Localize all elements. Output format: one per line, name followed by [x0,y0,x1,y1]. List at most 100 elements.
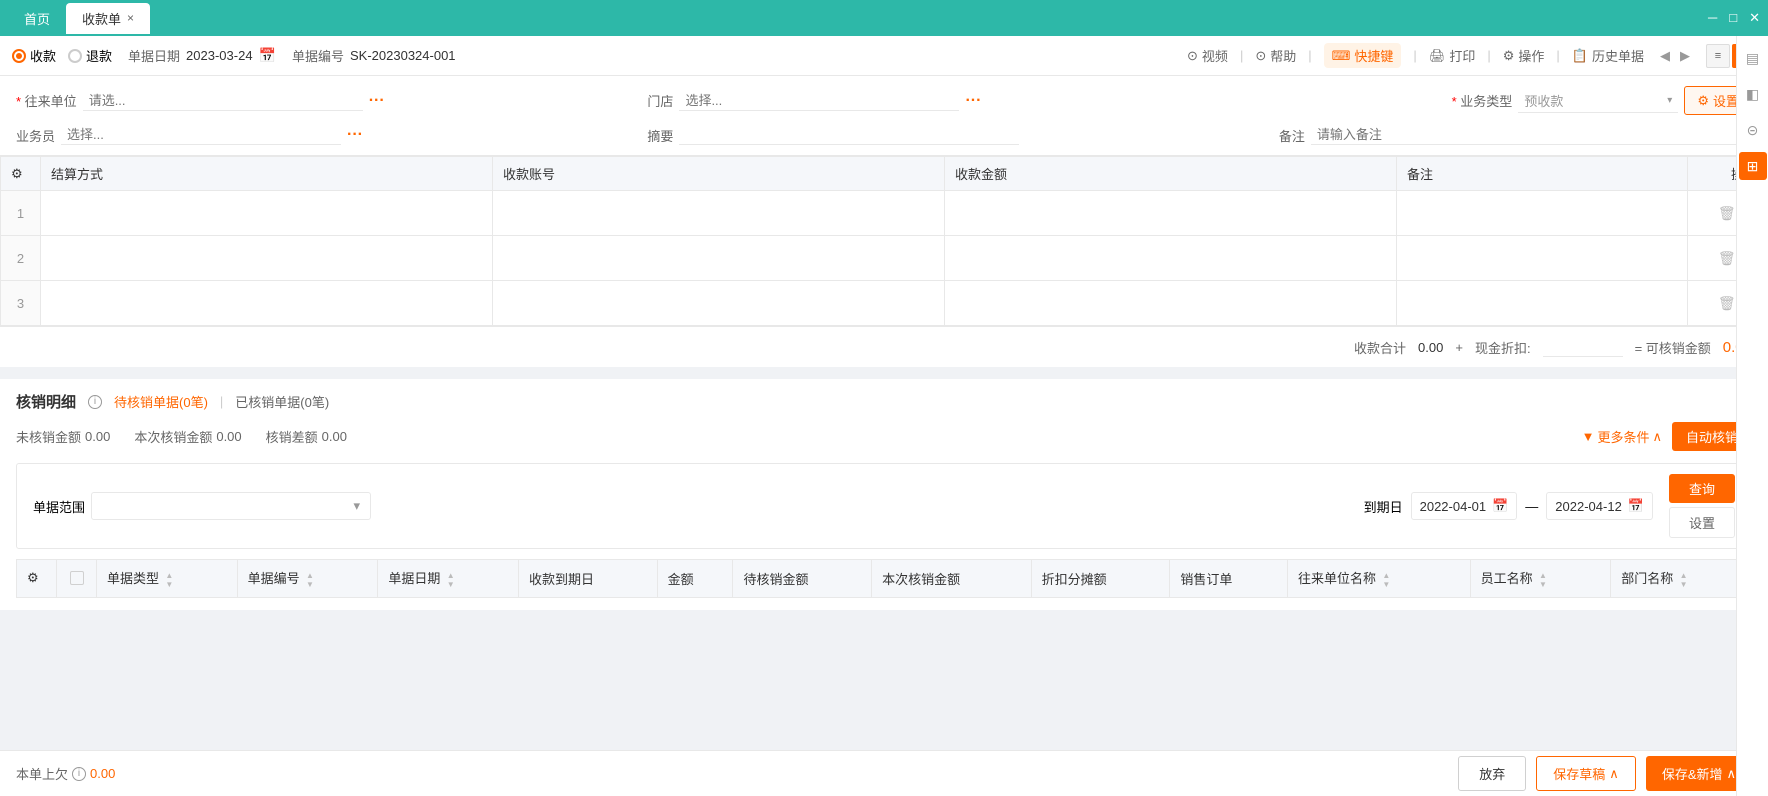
remark-cell-2[interactable] [1396,236,1687,281]
discount-input[interactable] [1543,337,1623,357]
tab-home[interactable]: 首页 [8,3,66,34]
radio-refund[interactable]: 退款 [68,46,112,65]
form-row-2: 业务员 ··· 摘要 备注 [16,125,1752,145]
sidebar-attach-icon[interactable]: ⊝ [1739,116,1767,144]
range-select[interactable]: ▾ [91,492,371,520]
list-view-btn[interactable]: ≡ [1706,44,1730,68]
settlement-cell-2[interactable] [41,236,493,281]
bottom-actions: 放弃 保存草稿 ∧ 保存&新增 ∧ [1458,756,1752,791]
diff-value: 0.00 [322,429,347,444]
bottom-info-icon[interactable]: i [72,767,86,781]
shortcut-btn[interactable]: ⌨ 快捷键 [1324,43,1402,68]
print-btn[interactable]: 🖨 打印 [1429,46,1476,65]
save-draft-label: 保存草稿 [1553,764,1605,783]
history-icon: 📋 [1572,48,1588,64]
help-btn[interactable]: ⊙ 帮助 [1255,46,1296,65]
date-to-input[interactable]: 2022-04-12 📅 [1546,492,1653,520]
next-arrow[interactable]: ▶ [1676,46,1694,66]
sidebar-expand-icon[interactable]: ⊞ [1739,152,1767,180]
restore-icon[interactable]: □ [1729,10,1737,26]
store-ellipsis[interactable]: ··· [965,92,981,110]
lower-col-amount: 金额 [657,560,733,598]
current-value: 0.00 [216,429,241,444]
delete-icon-3[interactable]: 🗑 [1718,295,1736,311]
business-type-select[interactable]: 预收款 ▾ [1518,89,1678,113]
staff-ellipsis[interactable]: ··· [347,126,363,144]
lower-col-discount: 折扣分摊额 [1031,560,1170,598]
prev-arrow[interactable]: ◀ [1656,46,1674,66]
tab-close-icon[interactable]: × [127,11,134,25]
col-gear[interactable]: ⚙ [1,157,41,191]
lower-col-gear[interactable]: ⚙ [17,560,57,598]
bottom-bar: 本单上欠 i 0.00 放弃 保存草稿 ∧ 保存&新增 ∧ [0,750,1768,796]
account-cell-1[interactable] [492,191,944,236]
reconcile-info-icon[interactable]: i [88,395,102,409]
reconcile-title: 核销明细 [16,391,76,412]
store-input[interactable] [679,91,959,111]
close-icon[interactable]: ✕ [1749,10,1760,26]
account-cell-2[interactable] [492,236,944,281]
help-icon: ⊙ [1255,48,1266,64]
minimize-icon[interactable]: ─ [1708,10,1717,26]
store-label: 门店 [647,91,673,110]
staff-label: 业务员 [16,126,55,145]
settlement-cell-3[interactable] [41,281,493,326]
sort-counterpart-icon: ▲▼ [1382,571,1390,589]
lower-col-sales-order-label: 销售订单 [1180,572,1232,587]
print-label: 打印 [1449,46,1475,65]
print-icon: 🖨 [1429,48,1446,64]
plus-sign: + [1455,340,1463,355]
settlement-cell-1[interactable] [41,191,493,236]
more-conditions-btn[interactable]: ▼ 更多条件 ∧ [1582,427,1662,446]
remark-input[interactable] [1311,125,1752,145]
filter-row: 单据范围 ▾ 到期日 2022-04-01 📅 — 2022-04-12 📅 查… [16,463,1752,549]
video-btn[interactable]: ⊙ 视频 [1187,46,1228,65]
query-btn[interactable]: 查询 [1669,474,1735,503]
window-controls: ─ □ ✕ [1708,10,1760,26]
amount-cell-2[interactable] [944,236,1396,281]
sort-date-icon: ▲▼ [447,571,455,589]
date-from-input[interactable]: 2022-04-01 📅 [1411,492,1518,520]
sort-staff-icon: ▲▼ [1539,571,1547,589]
col-account-header: 收款账号 [492,157,944,191]
select-all-checkbox[interactable] [70,571,84,585]
pending-tab[interactable]: 待核销单据(0笔) [114,392,208,411]
sidebar-table-icon[interactable]: ▤ [1739,44,1767,72]
sidebar-layout-icon[interactable]: ◧ [1739,80,1767,108]
abandon-label: 放弃 [1479,767,1505,782]
business-type-field: 业务类型 预收款 ▾ ⚙ 设置 [1239,86,1752,115]
radio-receipt[interactable]: 收款 [12,46,56,65]
tab-receipt[interactable]: 收款单 × [66,3,150,34]
diff-amount: 核销差额 0.00 [266,427,347,446]
calendar-icon[interactable]: 📅 [259,47,276,64]
help-label: 帮助 [1270,46,1296,65]
row-num-2: 2 [1,236,41,281]
lower-col-due-date-label: 收款到期日 [529,572,594,587]
counterpart-ellipsis[interactable]: ··· [369,92,385,110]
summary-input[interactable] [679,125,1019,145]
delete-icon-2[interactable]: 🗑 [1718,250,1736,266]
delete-icon-1[interactable]: 🗑 [1718,205,1736,221]
tab-bar: 首页 收款单 × ─ □ ✕ [0,0,1768,36]
video-label: 视频 [1202,46,1228,65]
abandon-button[interactable]: 放弃 [1458,756,1526,791]
filter-settings-btn[interactable]: 设置 [1669,507,1735,538]
action-btn[interactable]: ⚙ 操作 [1503,46,1545,65]
range-chevron: ▾ [353,498,360,514]
toolbar-right: ⊙ 视频 | ⊙ 帮助 | ⌨ 快捷键 | 🖨 打印 | ⚙ 操作 | 📋 历史… [1187,43,1756,68]
counterpart-input[interactable] [83,91,363,111]
done-tab[interactable]: 已核销单据(0笔) [235,392,329,411]
history-btn[interactable]: 📋 历史单据 [1572,46,1644,65]
sort-number-icon: ▲▼ [306,571,314,589]
amount-cell-3[interactable] [944,281,1396,326]
diff-label: 核销差额 [266,427,318,446]
staff-input[interactable] [61,125,341,145]
save-draft-button[interactable]: 保存草稿 ∧ [1536,756,1636,791]
lower-col-type: 单据类型 ▲▼ [97,560,238,598]
amount-cell-1[interactable] [944,191,1396,236]
remark-cell-1[interactable] [1396,191,1687,236]
total-label: 收款合计 [1354,338,1406,357]
unchecked-label: 未核销金额 [16,427,81,446]
account-cell-3[interactable] [492,281,944,326]
remark-cell-3[interactable] [1396,281,1687,326]
